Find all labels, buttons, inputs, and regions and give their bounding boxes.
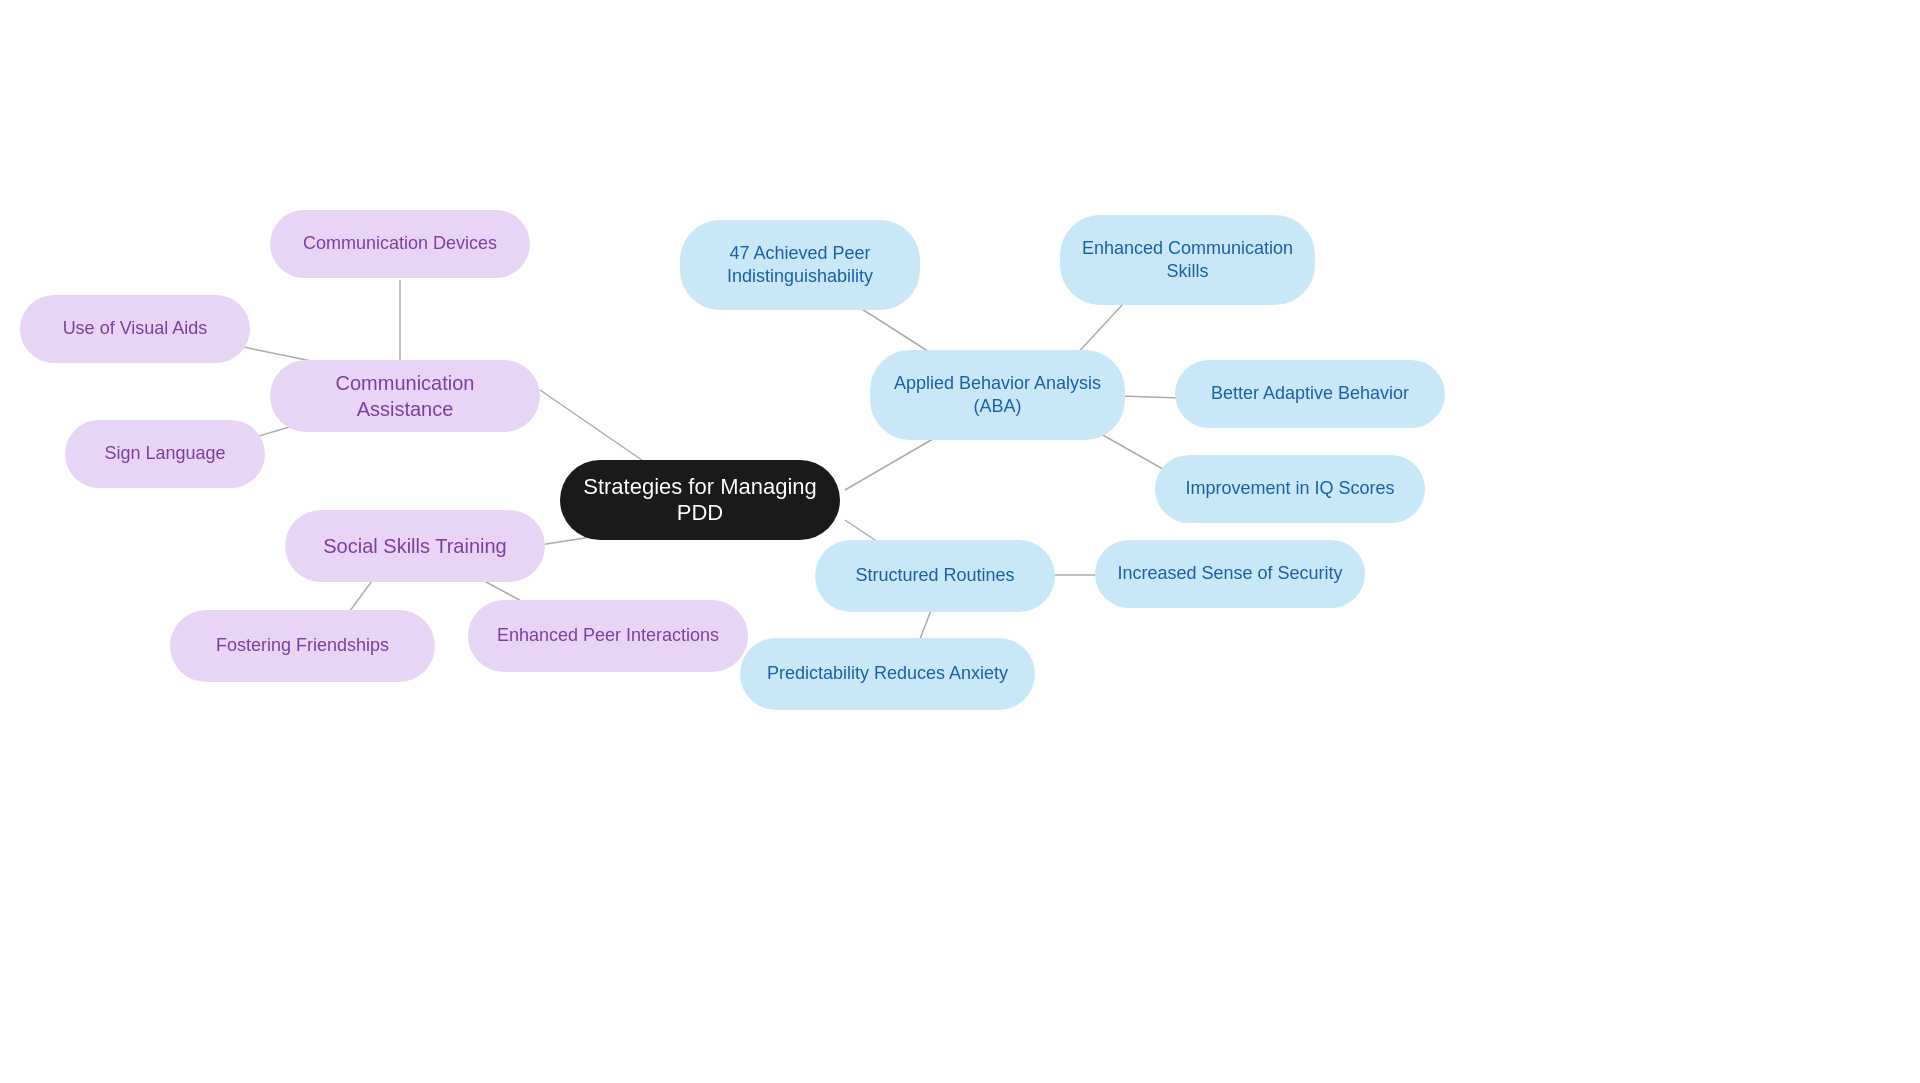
better-adaptive-behavior-label: Better Adaptive Behavior [1191,370,1429,417]
social-skills-training-label: Social Skills Training [301,519,528,573]
predictability-reduces-anxiety-label: Predictability Reduces Anxiety [747,650,1028,697]
use-of-visual-aids-node: Use of Visual Aids [20,295,250,363]
fostering-friendships-node: Fostering Friendships [170,610,435,682]
improvement-iq-label: Improvement in IQ Scores [1165,465,1414,512]
achieved-peer-label: 47 Achieved Peer Indistinguishability [680,230,920,301]
communication-devices-node: Communication Devices [270,210,530,278]
communication-assistance-label: Communication Assistance [270,356,540,436]
increased-sense-of-security-label: Increased Sense of Security [1097,550,1362,597]
predictability-reduces-anxiety-node: Predictability Reduces Anxiety [740,638,1035,710]
aba-label: Applied Behavior Analysis (ABA) [870,360,1125,431]
sign-language-label: Sign Language [84,430,245,477]
social-skills-training-node: Social Skills Training [285,510,545,582]
center-node: Strategies for Managing PDD [560,460,840,540]
increased-sense-of-security-node: Increased Sense of Security [1095,540,1365,608]
fostering-friendships-label: Fostering Friendships [196,622,409,669]
communication-assistance-node: Communication Assistance [270,360,540,432]
enhanced-peer-interactions-label: Enhanced Peer Interactions [477,612,739,659]
communication-devices-label: Communication Devices [283,220,517,267]
achieved-peer-node: 47 Achieved Peer Indistinguishability [680,220,920,310]
structured-routines-label: Structured Routines [835,552,1034,599]
center-label: Strategies for Managing PDD [560,474,840,526]
enhanced-peer-interactions-node: Enhanced Peer Interactions [468,600,748,672]
structured-routines-node: Structured Routines [815,540,1055,612]
use-of-visual-aids-label: Use of Visual Aids [43,305,228,352]
sign-language-node: Sign Language [65,420,265,488]
enhanced-communication-skills-label: Enhanced Communication Skills [1060,225,1315,296]
enhanced-communication-skills-node: Enhanced Communication Skills [1060,215,1315,305]
better-adaptive-behavior-node: Better Adaptive Behavior [1175,360,1445,428]
aba-node: Applied Behavior Analysis (ABA) [870,350,1125,440]
improvement-iq-node: Improvement in IQ Scores [1155,455,1425,523]
